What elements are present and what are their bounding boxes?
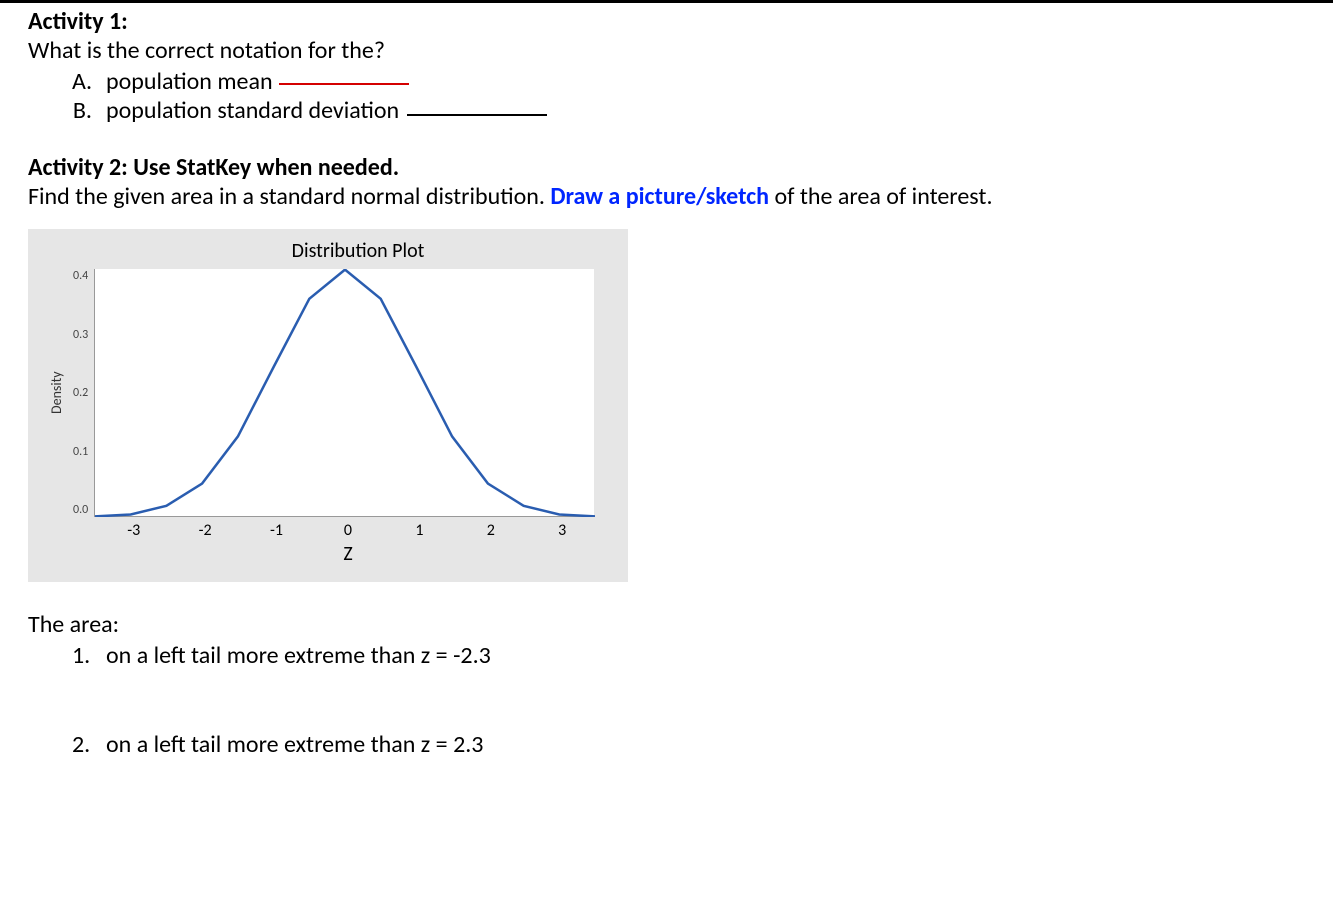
chart-svg (95, 269, 595, 517)
xtick: -1 (241, 521, 312, 540)
distribution-plot: Distribution Plot Density 0.4 0.3 0.2 0.… (28, 229, 628, 582)
chart-yticks: 0.4 0.3 0.2 0.1 0.0 (69, 269, 94, 517)
chart-plot-area (94, 269, 594, 517)
blank-black[interactable] (407, 114, 547, 116)
ytick: 0.0 (73, 503, 88, 517)
item-text: population mean (106, 67, 273, 96)
xtick: 3 (527, 521, 598, 540)
ytick: 0.4 (73, 269, 88, 283)
chart-xlabel: Z (98, 542, 598, 566)
item-letter: B. (72, 96, 106, 125)
area-heading: The area: (28, 610, 1305, 639)
xtick: -3 (98, 521, 169, 540)
item-text: population standard deviation (106, 96, 399, 125)
area-list: 1. on a left tail more extreme than z = … (72, 641, 1305, 759)
chart-line (95, 270, 595, 517)
item-letter: A. (72, 67, 106, 96)
ytick: 0.1 (73, 445, 88, 459)
xtick: -2 (169, 521, 240, 540)
activity2-title: Activity 2: Use StatKey when needed. (28, 153, 1305, 182)
activity2-prompt: Find the given area in a standard normal… (28, 182, 1305, 211)
ytick: 0.3 (73, 328, 88, 342)
item-num: 2. (72, 730, 106, 759)
chart-title: Distribution Plot (104, 239, 612, 263)
chart-ylabel: Density (44, 269, 69, 517)
activity2-prompt-pre: Find the given area in a standard normal… (28, 182, 550, 211)
activity1-title: Activity 1: (28, 7, 1305, 36)
activity2-prompt-post: of the area of interest. (769, 182, 993, 211)
activity1-item-A: A. population mean (72, 67, 1305, 96)
xtick: 0 (312, 521, 383, 540)
item-num: 1. (72, 641, 106, 670)
chart-xticks: -3 -2 -1 0 1 2 3 (98, 517, 598, 540)
area-item-2: 2. on a left tail more extreme than z = … (72, 730, 1305, 759)
activity2-prompt-blue: Draw a picture/sketch (550, 182, 769, 211)
activity1-item-B: B. population standard deviation (72, 96, 1305, 125)
item-text: on a left tail more extreme than z = 2.3 (106, 730, 483, 759)
xtick: 2 (455, 521, 526, 540)
activity1-list: A. population mean B. population standar… (72, 67, 1305, 125)
activity1-prompt: What is the correct notation for the? (28, 36, 1305, 65)
xtick: 1 (384, 521, 455, 540)
ytick: 0.2 (73, 386, 88, 400)
blank-red[interactable] (279, 83, 409, 85)
item-text: on a left tail more extreme than z = -2.… (106, 641, 491, 670)
area-item-1: 1. on a left tail more extreme than z = … (72, 641, 1305, 670)
